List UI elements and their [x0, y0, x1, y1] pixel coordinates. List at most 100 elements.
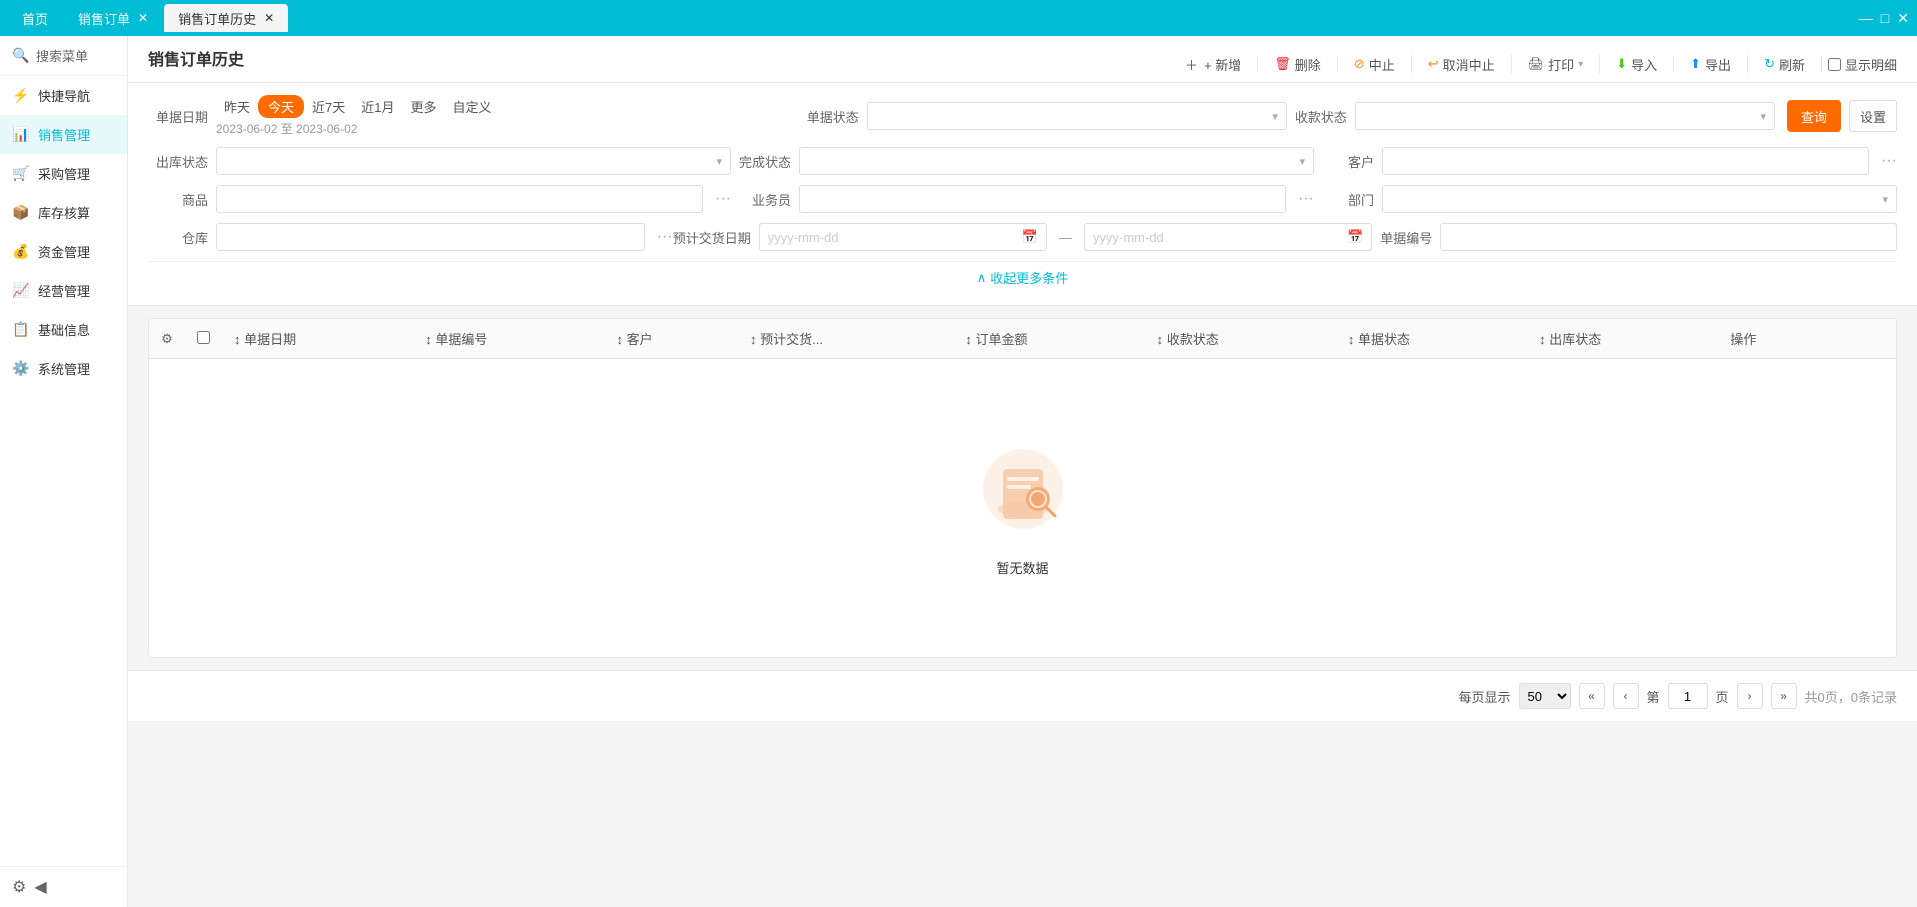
- sidebar-search[interactable]: 🔍 搜索菜单: [0, 36, 127, 76]
- display-detail-checkbox[interactable]: [1828, 58, 1841, 71]
- product-dots-icon[interactable]: ···: [715, 190, 731, 208]
- last-page-button[interactable]: »: [1771, 683, 1797, 709]
- filter-area: 单据日期 昨天 今天 近7天 近1月 更多 自定义 2023-06-02 至 2…: [128, 83, 1917, 306]
- order-no-input[interactable]: [1440, 223, 1897, 251]
- col-customer: ↕ 客户: [605, 319, 739, 359]
- page-total: 共0页，0条记录: [1805, 687, 1897, 706]
- order-status-caret-icon: ▾: [1272, 110, 1278, 123]
- outbound-status-label: 出库状态: [148, 152, 208, 171]
- page-number-input[interactable]: [1668, 683, 1708, 709]
- page-label: 第: [1647, 687, 1660, 706]
- page-size-select[interactable]: 10 20 50 100: [1519, 683, 1571, 709]
- salesperson-input[interactable]: [799, 185, 1286, 213]
- salesperson-dots-icon[interactable]: ···: [1298, 190, 1314, 208]
- export-button[interactable]: ⬆ 导出: [1680, 51, 1741, 78]
- filter-product: 商品 ···: [148, 185, 731, 213]
- warehouse-label: 仓库: [148, 228, 208, 247]
- sidebar-item-system-mgmt[interactable]: ⚙️ 系统管理: [0, 349, 127, 388]
- page-title: 销售订单历史: [148, 46, 244, 70]
- col-order-status: ↕ 单据状态: [1336, 319, 1527, 359]
- filter-warehouse: 仓库 ···: [148, 223, 673, 251]
- cancel-stop-button[interactable]: ↩ 取消中止: [1418, 51, 1505, 78]
- sidebar-item-sales-mgmt[interactable]: 📊 销售管理: [0, 115, 127, 154]
- refresh-button[interactable]: ↻ 刷新: [1754, 51, 1815, 78]
- date-btn-more[interactable]: 更多: [403, 95, 445, 118]
- first-page-button[interactable]: «: [1579, 683, 1605, 709]
- purchase-mgmt-icon: 🛒: [12, 165, 30, 182]
- sidebar: 🔍 搜索菜单 ⚡ 快捷导航 📊 销售管理 🛒 采购管理 📦 库存核算 💰 资金管…: [0, 36, 128, 907]
- divider-8: [1821, 55, 1822, 73]
- prev-page-button[interactable]: ‹: [1613, 683, 1639, 709]
- sidebar-item-system-mgmt-label: 系统管理: [38, 359, 90, 378]
- filter-expected-date: 预计交货日期 yyyy-mm-dd 📅 — yyyy-mm-dd 📅: [673, 223, 1373, 251]
- tab-home[interactable]: 首页: [8, 4, 62, 32]
- empty-state: 暂无数据: [149, 359, 1896, 657]
- table-header-row: ⚙ ↕ 单据日期 ↕ 单据编号: [149, 319, 1896, 359]
- expected-date-to[interactable]: yyyy-mm-dd 📅: [1084, 223, 1372, 251]
- date-btn-1month[interactable]: 近1月: [353, 95, 402, 118]
- add-button[interactable]: ＋ + 新增: [1175, 51, 1251, 78]
- department-select[interactable]: ▾: [1382, 185, 1897, 213]
- query-button[interactable]: 查询: [1787, 100, 1841, 132]
- sidebar-collapse-icon[interactable]: ◀: [34, 877, 46, 897]
- collapse-arrow-icon: ∧: [977, 270, 987, 286]
- delete-button[interactable]: 🗑 删除: [1264, 51, 1331, 78]
- sidebar-item-quick-nav[interactable]: ⚡ 快捷导航: [0, 76, 127, 115]
- date-btn-7days[interactable]: 近7天: [304, 95, 353, 118]
- display-detail-toggle[interactable]: 显示明细: [1828, 55, 1897, 74]
- import-button[interactable]: ⬇ 导入: [1606, 51, 1667, 78]
- sidebar-item-purchase-mgmt[interactable]: 🛒 采购管理: [0, 154, 127, 193]
- print-button[interactable]: 🖨 打印 ▾: [1518, 51, 1594, 78]
- close-button[interactable]: ✕: [1897, 10, 1909, 27]
- export-icon: ⬆: [1690, 56, 1701, 72]
- completion-status-select[interactable]: ▾: [799, 147, 1314, 175]
- sidebar-item-basic-info[interactable]: 📋 基础信息: [0, 310, 127, 349]
- filter-row-3: 商品 ··· 业务员 ··· 部门 ▾: [148, 185, 1897, 213]
- warehouse-dots-icon[interactable]: ···: [657, 228, 673, 246]
- system-mgmt-icon: ⚙️: [12, 360, 30, 377]
- cancel-stop-icon: ↩: [1428, 56, 1439, 72]
- filter-row-1: 单据日期 昨天 今天 近7天 近1月 更多 自定义 2023-06-02 至 2…: [148, 95, 1897, 137]
- filter-completion-status: 完成状态 ▾: [731, 147, 1314, 175]
- calendar-to-icon: 📅: [1347, 229, 1363, 245]
- page-header-section: 销售订单历史 ＋ + 新增 🗑 删除 ⊘ 中止: [128, 36, 1917, 83]
- minimize-button[interactable]: —: [1859, 10, 1873, 26]
- tab-sales-order[interactable]: 销售订单 ✕: [64, 4, 162, 32]
- date-btn-yesterday[interactable]: 昨天: [216, 95, 258, 118]
- refresh-icon: ↻: [1764, 56, 1775, 72]
- order-no-label: 单据编号: [1372, 228, 1432, 247]
- sidebar-item-finance[interactable]: 💰 资金管理: [0, 232, 127, 271]
- table-settings-icon[interactable]: ⚙: [161, 331, 173, 346]
- collapse-bar[interactable]: ∧ 收起更多条件: [148, 261, 1897, 293]
- sidebar-item-sales-mgmt-label: 销售管理: [38, 125, 90, 144]
- expected-date-from[interactable]: yyyy-mm-dd 📅: [759, 223, 1047, 251]
- customer-input[interactable]: [1382, 147, 1869, 175]
- warehouse-input[interactable]: [216, 223, 645, 251]
- date-btn-custom[interactable]: 自定义: [445, 95, 500, 118]
- payment-status-select[interactable]: ▾: [1355, 102, 1775, 130]
- sidebar-item-finance-label: 资金管理: [38, 242, 90, 261]
- order-status-select[interactable]: ▾: [867, 102, 1287, 130]
- maximize-button[interactable]: □: [1881, 10, 1889, 26]
- completion-status-label: 完成状态: [731, 152, 791, 171]
- sidebar-item-operations[interactable]: 📈 经营管理: [0, 271, 127, 310]
- stop-button[interactable]: ⊘ 中止: [1344, 51, 1405, 78]
- select-all-checkbox[interactable]: [197, 331, 210, 344]
- tab-sales-order-close[interactable]: ✕: [138, 11, 148, 25]
- next-page-button[interactable]: ›: [1737, 683, 1763, 709]
- settings-query-button[interactable]: 设置: [1849, 100, 1897, 132]
- search-icon: 🔍: [12, 47, 30, 64]
- product-input[interactable]: [216, 185, 703, 213]
- outbound-status-select[interactable]: ▾: [216, 147, 731, 175]
- tab-sales-order-history-close[interactable]: ✕: [264, 11, 274, 25]
- tab-sales-order-history[interactable]: 销售订单历史 ✕: [164, 4, 288, 32]
- customer-dots-icon[interactable]: ···: [1881, 152, 1897, 170]
- sidebar-settings-icon[interactable]: ⚙: [12, 877, 26, 897]
- divider-5: [1599, 55, 1600, 73]
- filter-salesperson: 业务员 ···: [731, 185, 1314, 213]
- date-wrapper: 昨天 今天 近7天 近1月 更多 自定义 2023-06-02 至 2023-0…: [216, 95, 500, 137]
- finance-icon: 💰: [12, 243, 30, 260]
- sidebar-item-inventory[interactable]: 📦 库存核算: [0, 193, 127, 232]
- date-range-text: 2023-06-02 至 2023-06-02: [216, 120, 500, 137]
- date-btn-today[interactable]: 今天: [258, 95, 304, 118]
